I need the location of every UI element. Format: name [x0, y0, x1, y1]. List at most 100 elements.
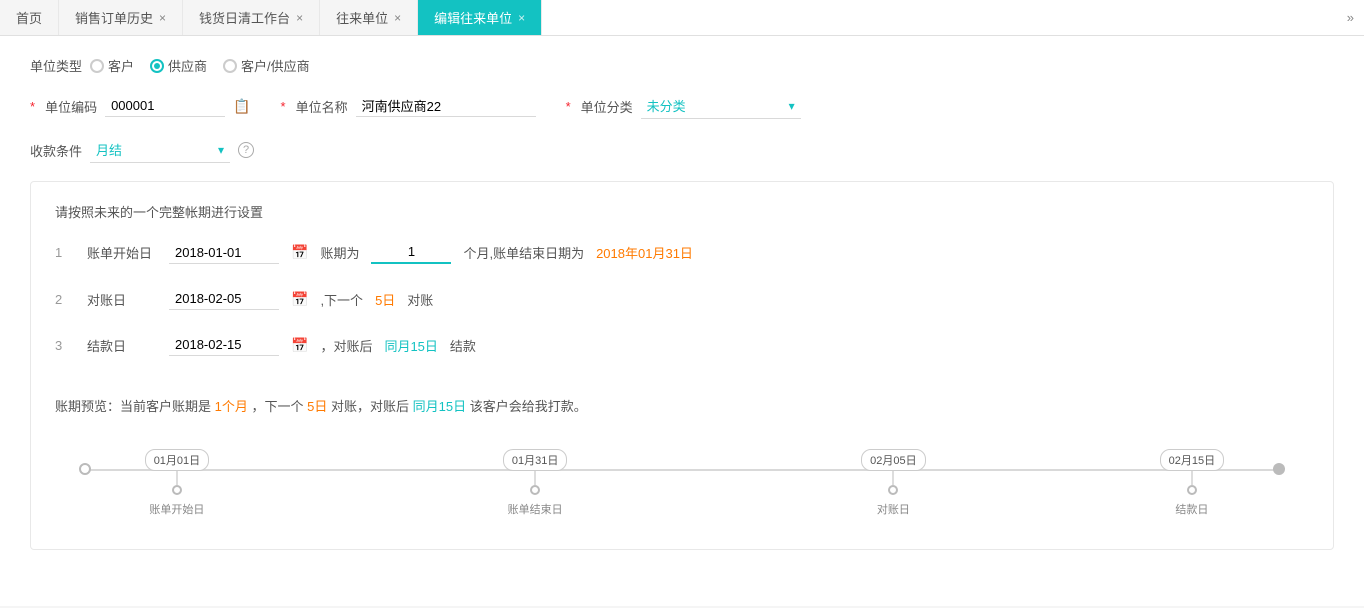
unit-category-label: 单位分类	[581, 97, 633, 116]
row-3-num: 3	[55, 338, 75, 353]
preview-suffix: 该客户会给我打款。	[470, 399, 587, 414]
row-3-cal-icon[interactable]: 📅	[291, 337, 308, 354]
tab-sales-order-history[interactable]: 销售订单历史 ×	[59, 0, 183, 35]
timeline-right-dot	[1273, 463, 1285, 475]
row-1-cal-icon[interactable]: 📅	[291, 244, 308, 261]
row-3-suffix: 结款	[450, 336, 476, 355]
unit-name-required: *	[281, 99, 286, 114]
radio-supplier[interactable]: 供应商	[150, 56, 207, 75]
timeline-point-4: 02月15日 结款日	[1160, 449, 1224, 517]
tab-edit-partner-unit-close[interactable]: ×	[518, 11, 525, 25]
row-2-label: 对账日	[87, 290, 157, 309]
row-2-cal-icon[interactable]: 📅	[291, 291, 308, 308]
timeline-date-3: 02月05日	[861, 449, 925, 471]
row-3-prefix: ，对账后	[320, 336, 372, 355]
tab-cash-ledger-label: 钱货日清工作台	[199, 8, 290, 27]
tl-desc-1: 账单开始日	[149, 501, 204, 517]
tl-connector-2	[534, 471, 536, 485]
tab-edit-partner-unit[interactable]: 编辑往来单位 ×	[418, 0, 542, 35]
unit-category-arrow: ▾	[789, 99, 795, 113]
tl-desc-3: 对账日	[877, 501, 910, 517]
tab-sales-order-history-close[interactable]: ×	[159, 11, 166, 25]
unit-type-radio-group: 客户 供应商 客户/供应商	[90, 56, 310, 75]
radio-customer-label: 客户	[108, 56, 134, 75]
section-instruction: 请按照未来的一个完整帐期进行设置	[55, 202, 1309, 221]
unit-code-input[interactable]	[105, 95, 225, 117]
row-1-middle-text: 账期为	[320, 243, 359, 262]
row-1-num: 1	[55, 245, 75, 260]
tl-connector-4	[1191, 471, 1193, 485]
tl-dot-4	[1187, 485, 1197, 495]
unit-code-label: 单位编码	[45, 97, 97, 116]
row-2-date-input[interactable]	[169, 288, 279, 310]
tab-partner-units[interactable]: 往来单位 ×	[320, 0, 418, 35]
unit-name-label: 单位名称	[296, 97, 348, 116]
unit-code-field: * 单位编码 📋	[30, 95, 251, 117]
unit-category-select[interactable]: 未分类 ▾	[641, 93, 801, 119]
row-2-suffix: 对账	[407, 290, 433, 309]
tl-desc-4: 结款日	[1175, 501, 1208, 517]
unit-code-icon[interactable]: 📋	[233, 98, 250, 115]
radio-supplier-circle	[150, 59, 164, 73]
tab-cash-ledger[interactable]: 钱货日清工作台 ×	[183, 0, 320, 35]
tab-home[interactable]: 首页	[0, 0, 59, 35]
setting-row-2: 2 对账日 📅 ,下一个 5日 对账	[55, 288, 1309, 310]
payment-condition-label: 收款条件	[30, 141, 82, 160]
tl-dot-1	[172, 485, 182, 495]
row-1-label: 账单开始日	[87, 243, 157, 262]
unit-type-label: 单位类型	[30, 56, 82, 75]
tl-connector-3	[892, 471, 894, 485]
radio-customer-supplier[interactable]: 客户/供应商	[223, 56, 310, 75]
preview-part2: 5日	[307, 399, 327, 414]
payment-condition-arrow: ▾	[218, 143, 224, 157]
row-2-num: 2	[55, 292, 75, 307]
timeline-point-1: 01月01日 账单开始日	[145, 449, 209, 517]
payment-condition-field: 收款条件 月结 ▾ ?	[30, 137, 254, 163]
timeline-date-1: 01月01日	[145, 449, 209, 471]
timeline-date-2: 01月31日	[503, 449, 567, 471]
tab-partner-units-label: 往来单位	[336, 8, 388, 27]
preview-part3: 同月15日	[413, 399, 466, 414]
row-1-period-input[interactable]	[371, 241, 451, 264]
row-3-label: 结款日	[87, 336, 157, 355]
tab-sales-order-history-label: 销售订单历史	[75, 8, 153, 27]
payment-condition-row: 收款条件 月结 ▾ ?	[30, 137, 1334, 163]
tab-home-label: 首页	[16, 8, 42, 27]
radio-customer[interactable]: 客户	[90, 56, 134, 75]
tab-partner-units-close[interactable]: ×	[394, 11, 401, 25]
tab-cash-ledger-close[interactable]: ×	[296, 11, 303, 25]
period-settings-section: 请按照未来的一个完整帐期进行设置 1 账单开始日 📅 账期为 个月,账单结束日期…	[30, 181, 1334, 550]
unit-code-required: *	[30, 99, 35, 114]
radio-customer-supplier-circle	[223, 59, 237, 73]
timeline-left-dot	[79, 463, 91, 475]
radio-supplier-label: 供应商	[168, 56, 207, 75]
setting-row-3: 3 结款日 📅 ，对账后 同月15日 结款	[55, 334, 1309, 356]
radio-customer-circle	[90, 59, 104, 73]
unit-category-field: * 单位分类 未分类 ▾	[566, 93, 801, 119]
unit-name-input[interactable]	[356, 95, 536, 117]
row-1-date-input[interactable]	[169, 242, 279, 264]
row-2-prefix: ,下一个	[320, 290, 363, 309]
unit-info-row: * 单位编码 📋 * 单位名称 * 单位分类 未分类 ▾	[30, 93, 1334, 119]
help-icon[interactable]: ?	[238, 142, 254, 158]
timeline-point-3: 02月05日 对账日	[861, 449, 925, 517]
timeline-section: 01月01日 账单开始日 01月31日 账单结束日 02月05日	[55, 439, 1309, 529]
unit-category-value: 未分类	[647, 96, 785, 115]
tl-desc-2: 账单结束日	[508, 501, 563, 517]
preview-part1: 1个月	[215, 399, 248, 414]
unit-name-field: * 单位名称	[281, 95, 536, 117]
unit-type-row: 单位类型 客户 供应商 客户/供应商	[30, 56, 1334, 75]
timeline-point-2: 01月31日 账单结束日	[503, 449, 567, 517]
payment-condition-select[interactable]: 月结 ▾	[90, 137, 230, 163]
row-1-suffix: 个月,账单结束日期为	[463, 243, 584, 262]
timeline-date-4: 02月15日	[1160, 449, 1224, 471]
row-3-date-input[interactable]	[169, 334, 279, 356]
main-content: 单位类型 客户 供应商 客户/供应商 * 单位编码	[0, 36, 1364, 606]
preview-sep1: ，下一个	[252, 399, 304, 414]
tab-expand-button[interactable]: »	[1337, 0, 1364, 35]
tab-bar: 首页 销售订单历史 × 钱货日清工作台 × 往来单位 × 编辑往来单位 × »	[0, 0, 1364, 36]
preview-label: 账期预览：当前客户账期是	[55, 399, 211, 414]
tab-edit-partner-unit-label: 编辑往来单位	[434, 8, 512, 27]
preview-section: 账期预览：当前客户账期是 1个月 ，下一个 5日 对账，对账后 同月15日 该客…	[55, 380, 1309, 415]
row-2-highlight: 5日	[375, 290, 395, 309]
